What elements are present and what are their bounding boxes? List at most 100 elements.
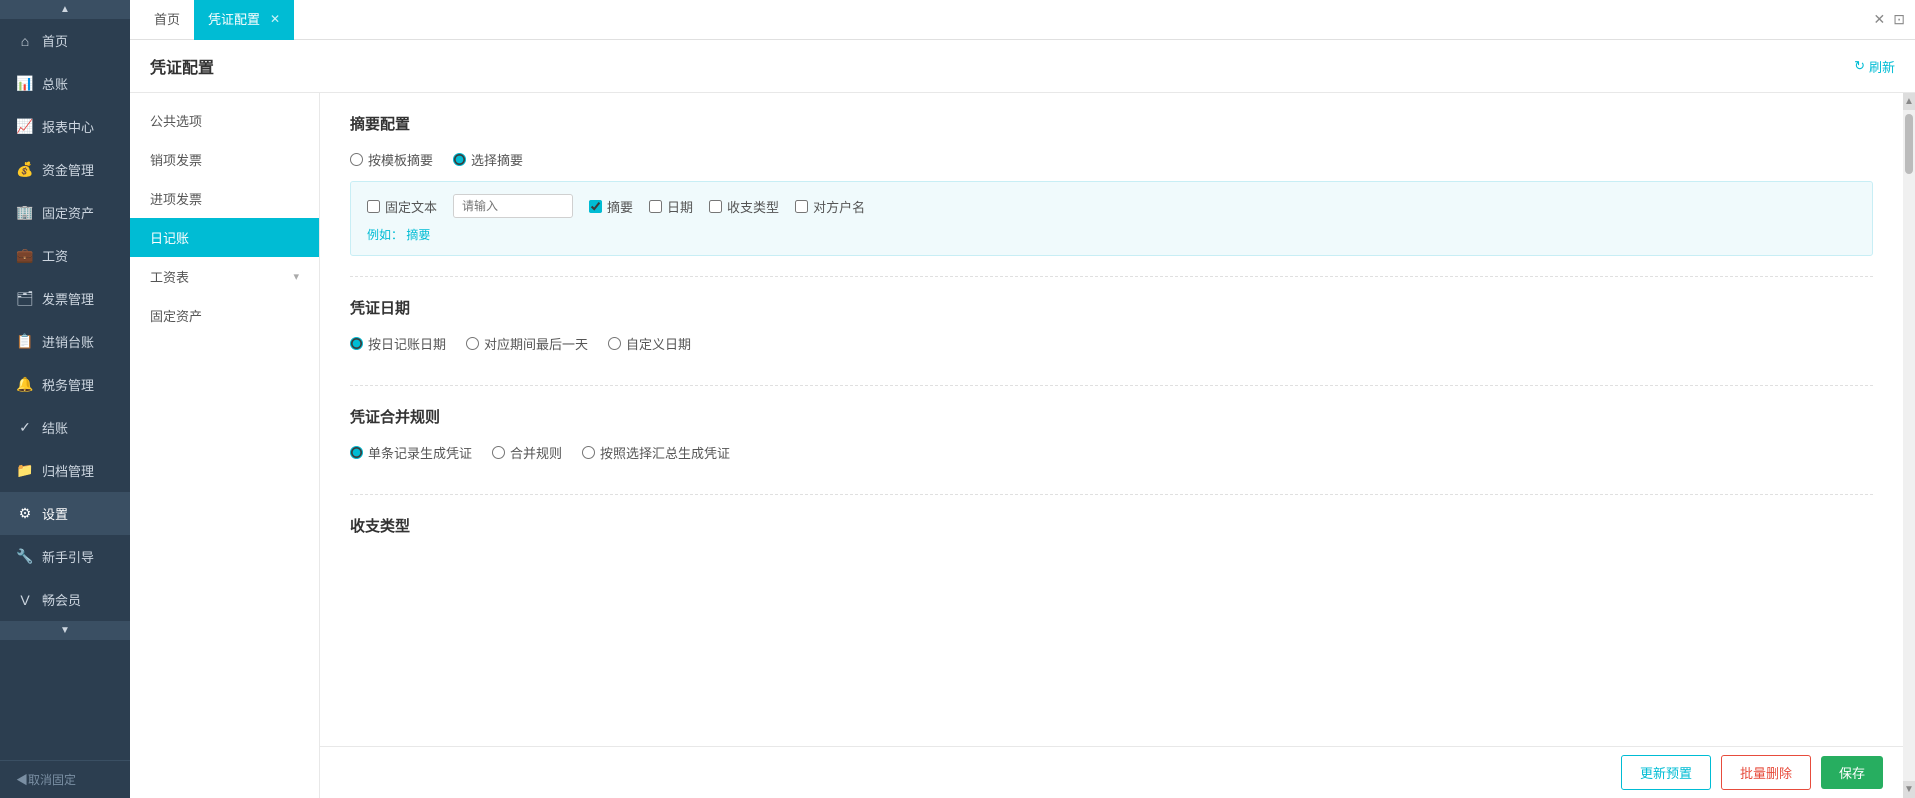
merge-option[interactable]: 合并规则	[492, 443, 562, 462]
scroll-up-button[interactable]: ▲	[1903, 93, 1915, 110]
single-option[interactable]: 单条记录生成凭证	[350, 443, 472, 462]
summary-checkbox-label[interactable]: 摘要	[589, 197, 633, 216]
window-close-icon[interactable]: ✕	[1874, 11, 1886, 28]
sidebar-item-sales-ledger[interactable]: 📋 进销台账	[0, 320, 130, 363]
sidebar-item-vip-label: 畅会员	[42, 590, 81, 609]
counterpart-checkbox-label[interactable]: 对方户名	[795, 197, 865, 216]
sidebar-item-report[interactable]: 📈 报表中心	[0, 105, 130, 148]
income-expense-checkbox[interactable]	[709, 200, 722, 213]
summary-template-option[interactable]: 按模板摘要	[350, 150, 433, 169]
save-button[interactable]: 保存	[1821, 756, 1883, 789]
left-nav-journal[interactable]: 日记账	[130, 218, 319, 257]
sidebar-scroll-up[interactable]: ▲	[0, 0, 130, 19]
merge-label: 合并规则	[510, 443, 562, 462]
period-last-option[interactable]: 对应期间最后一天	[466, 334, 588, 353]
invoice-mgmt-icon: 🗂	[16, 290, 34, 307]
select-merge-option[interactable]: 按照选择汇总生成凭证	[582, 443, 730, 462]
fixed-text-checkbox[interactable]	[367, 200, 380, 213]
summary-select-label: 选择摘要	[471, 150, 523, 169]
sidebar-item-ledger[interactable]: 📊 总账	[0, 62, 130, 105]
sidebar-item-settings[interactable]: ⚙ 设置	[0, 492, 130, 535]
sidebar-item-invoice-mgmt[interactable]: 🗂 发票管理	[0, 277, 130, 320]
section-income-expense: 收支类型	[350, 515, 1873, 572]
sidebar-item-fund[interactable]: 💰 资金管理	[0, 148, 130, 191]
left-nav-public-label: 公共选项	[150, 111, 202, 130]
summary-select-option[interactable]: 选择摘要	[453, 150, 523, 169]
sidebar-item-fund-label: 资金管理	[42, 160, 94, 179]
sidebar-item-salary[interactable]: 💼 工资	[0, 234, 130, 277]
left-nav-sales-invoice[interactable]: 销项发票	[130, 140, 319, 179]
sidebar-item-settle[interactable]: ✓ 结账	[0, 406, 130, 449]
section-voucher-date-title: 凭证日期	[350, 297, 1873, 318]
counterpart-field-label: 对方户名	[813, 197, 865, 216]
section-summary: 摘要配置 按模板摘要 选择摘要	[350, 113, 1873, 277]
left-nav-public[interactable]: 公共选项	[130, 101, 319, 140]
example-value-text: 摘要	[406, 228, 430, 242]
left-nav-purchase-invoice[interactable]: 进项发票	[130, 179, 319, 218]
tax-icon: 🔔	[16, 376, 34, 393]
merge-rule-option-row: 单条记录生成凭证 合并规则 按照选择汇总生成凭证	[350, 443, 1873, 462]
settle-icon: ✓	[16, 419, 34, 436]
summary-select-radio[interactable]	[453, 153, 466, 166]
scroll-down-button[interactable]: ▼	[1903, 781, 1915, 798]
single-radio[interactable]	[350, 446, 363, 459]
period-last-label: 对应期间最后一天	[484, 334, 588, 353]
period-last-radio[interactable]	[466, 337, 479, 350]
sidebar-unpin-button[interactable]: ◀取消固定	[0, 760, 130, 798]
voucher-date-option-row: 按日记账日期 对应期间最后一天 自定义日期	[350, 334, 1873, 353]
custom-date-label: 自定义日期	[626, 334, 691, 353]
tab-bar-actions: ✕ ⊡	[1874, 11, 1905, 28]
sidebar-item-home[interactable]: ⌂ 首页	[0, 19, 130, 62]
tab-close-icon[interactable]: ✕	[270, 12, 280, 26]
sidebar-item-archive-label: 归档管理	[42, 461, 94, 480]
left-nav-fixed-assets-label: 固定资产	[150, 306, 202, 325]
left-nav-fixed-assets[interactable]: 固定资产	[130, 296, 319, 335]
section-merge-rule: 凭证合并规则 单条记录生成凭证 合并规则	[350, 406, 1873, 495]
sidebar-item-vip[interactable]: V 畅会员	[0, 578, 130, 621]
bottom-action-bar: 更新预置 批量删除 保存	[320, 746, 1903, 798]
window-restore-icon[interactable]: ⊡	[1893, 11, 1905, 28]
batch-delete-button[interactable]: 批量删除	[1721, 755, 1811, 790]
refresh-icon: ↻	[1854, 58, 1865, 74]
page-title: 凭证配置	[150, 54, 214, 78]
fixed-assets-icon: 🏢	[16, 204, 34, 221]
date-checkbox[interactable]	[649, 200, 662, 213]
left-nav-sales-invoice-label: 销项发票	[150, 150, 202, 169]
scroll-thumb[interactable]	[1905, 114, 1913, 174]
section-income-expense-title: 收支类型	[350, 515, 1873, 536]
sidebar-item-settings-label: 设置	[42, 504, 68, 523]
journal-date-radio[interactable]	[350, 337, 363, 350]
tab-voucher-config[interactable]: 凭证配置 ✕	[194, 0, 294, 40]
body-layout: 公共选项 销项发票 进项发票 日记账 工资表 ▾ 固定资产	[130, 93, 1915, 798]
tab-home-label: 首页	[154, 9, 180, 28]
sidebar-item-salary-label: 工资	[42, 246, 68, 265]
summary-template-radio[interactable]	[350, 153, 363, 166]
left-nav-journal-label: 日记账	[150, 228, 189, 247]
tab-home[interactable]: 首页	[140, 0, 194, 40]
custom-date-option[interactable]: 自定义日期	[608, 334, 691, 353]
left-nav-payroll[interactable]: 工资表 ▾	[130, 257, 319, 296]
sidebar-item-guide[interactable]: 🔧 新手引导	[0, 535, 130, 578]
journal-date-option[interactable]: 按日记账日期	[350, 334, 446, 353]
update-preview-button[interactable]: 更新预置	[1621, 755, 1711, 790]
sidebar-item-fixed-assets[interactable]: 🏢 固定资产	[0, 191, 130, 234]
sidebar-scroll-down[interactable]: ▼	[0, 621, 130, 640]
tab-bar: 首页 凭证配置 ✕ ✕ ⊡	[130, 0, 1915, 40]
custom-date-radio[interactable]	[608, 337, 621, 350]
fixed-text-input[interactable]	[453, 194, 573, 218]
summary-option-row: 按模板摘要 选择摘要	[350, 150, 1873, 169]
fixed-text-checkbox-label[interactable]: 固定文本	[367, 197, 437, 216]
refresh-button[interactable]: ↻ 刷新	[1854, 57, 1895, 76]
summary-config-box: 固定文本 摘要 日期	[350, 181, 1873, 256]
select-merge-radio[interactable]	[582, 446, 595, 459]
main-area: 首页 凭证配置 ✕ ✕ ⊡ 凭证配置 ↻ 刷新 公共选项	[130, 0, 1915, 798]
sidebar-item-archive[interactable]: 📁 归档管理	[0, 449, 130, 492]
date-checkbox-label[interactable]: 日期	[649, 197, 693, 216]
date-field-label: 日期	[667, 197, 693, 216]
income-expense-checkbox-label[interactable]: 收支类型	[709, 197, 779, 216]
merge-radio[interactable]	[492, 446, 505, 459]
counterpart-checkbox[interactable]	[795, 200, 808, 213]
sidebar: ▲ ⌂ 首页 📊 总账 📈 报表中心 💰 资金管理 🏢 固定资产 💼 工资 🗂 …	[0, 0, 130, 798]
summary-checkbox[interactable]	[589, 200, 602, 213]
sidebar-item-tax[interactable]: 🔔 税务管理	[0, 363, 130, 406]
